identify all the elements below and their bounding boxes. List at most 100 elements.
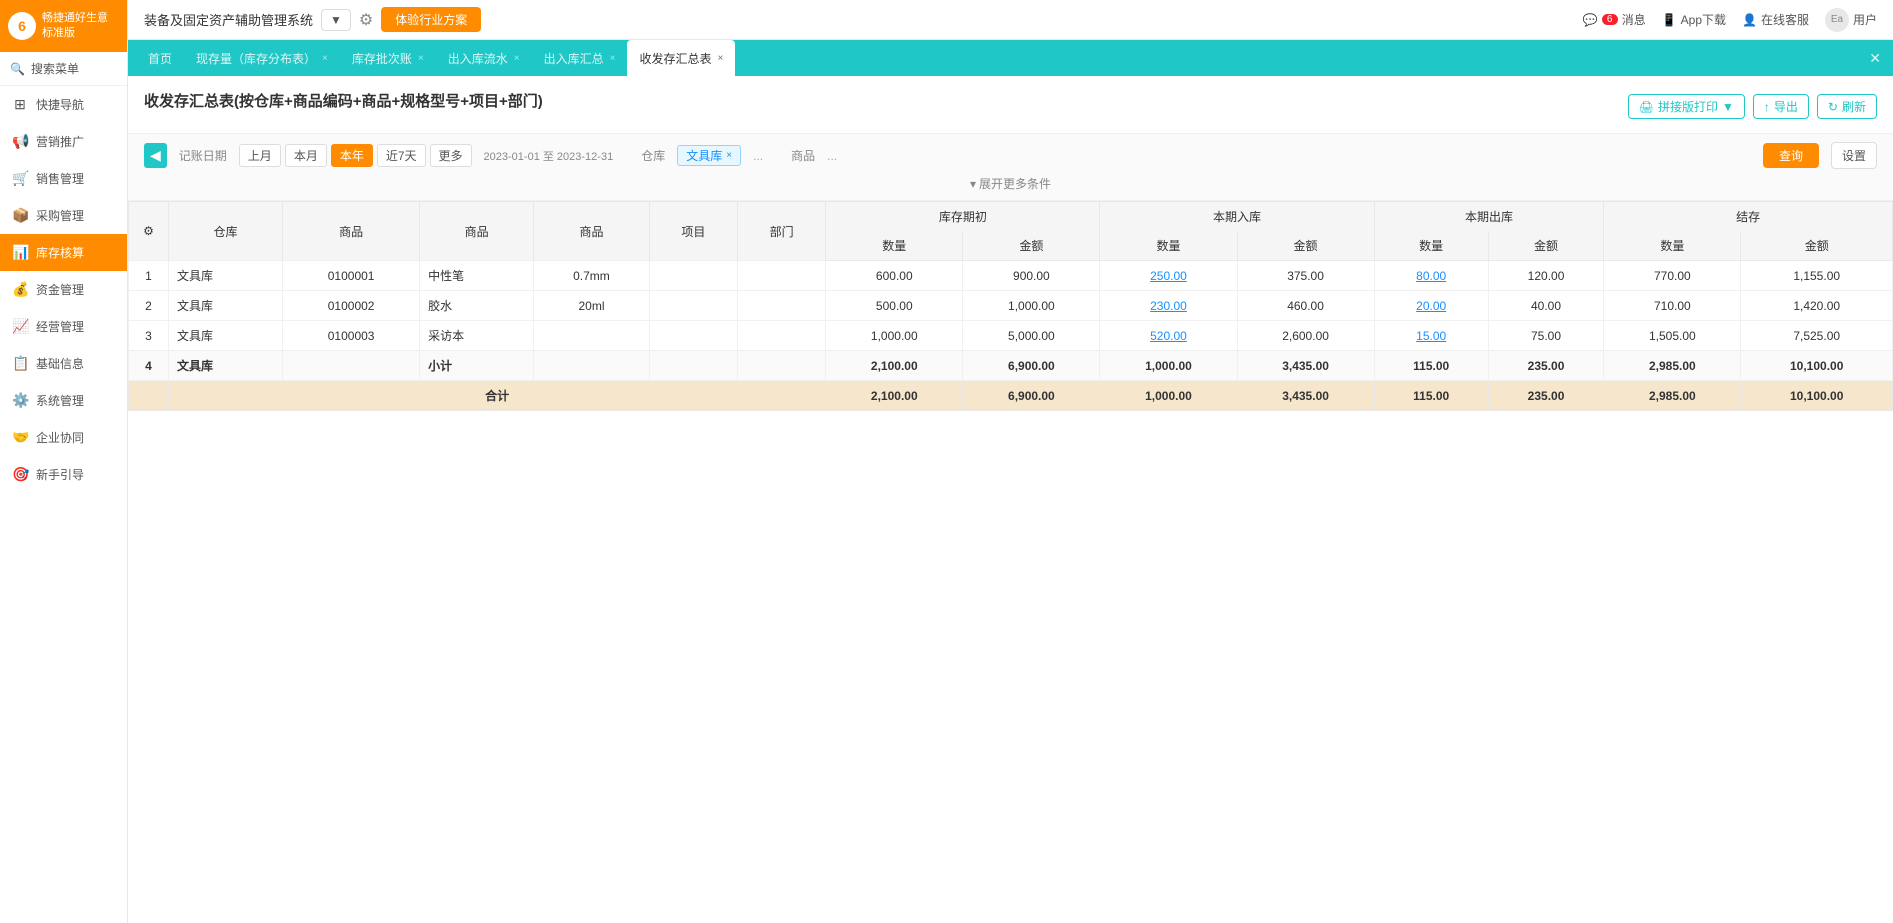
sidebar-item-operations[interactable]: 📈 经营管理 <box>0 308 127 345</box>
sidebar-item-guide[interactable]: 🎯 新手引导 <box>0 456 127 493</box>
th-opening-group: 库存期初 <box>826 202 1100 232</box>
date-btn-7days[interactable]: 近7天 <box>377 144 426 167</box>
th-closing-amt: 金额 <box>1741 231 1893 261</box>
print-button[interactable]: 🖨 拼接版打印 ▼ <box>1628 94 1745 119</box>
avatar: Ea <box>1825 8 1849 32</box>
tab-close-inout-flow[interactable]: × <box>514 53 520 64</box>
topbar-settings-button[interactable]: ▼ <box>321 9 351 31</box>
warehouse-more-dots[interactable]: ... <box>753 149 763 163</box>
purchase-icon: 📦 <box>12 207 28 224</box>
query-button[interactable]: 查询 <box>1763 143 1819 168</box>
table-row: 1文具库0100001中性笔0.7mm600.00900.00250.00375… <box>129 261 1893 291</box>
th-in-amt: 金额 <box>1237 231 1374 261</box>
tab-close-inventory-dist[interactable]: × <box>322 53 328 64</box>
export-button[interactable]: ↑ 导出 <box>1753 94 1809 119</box>
close-all-tabs-button[interactable]: ✕ <box>1865 50 1885 66</box>
link-cell[interactable]: 520.00 <box>1150 329 1187 343</box>
date-btn-this-year[interactable]: 本年 <box>331 144 373 167</box>
date-filter-label: 记账日期 <box>179 147 227 164</box>
sidebar-item-finance[interactable]: 💰 资金管理 <box>0 271 127 308</box>
link-cell[interactable]: 250.00 <box>1150 269 1187 283</box>
date-btn-this-month[interactable]: 本月 <box>285 144 327 167</box>
footer-out-qty: 115.00 <box>1374 381 1488 411</box>
link-cell[interactable]: 15.00 <box>1416 329 1446 343</box>
sidebar-item-sales[interactable]: 🛒 销售管理 <box>0 160 127 197</box>
th-opening-qty: 数量 <box>826 231 963 261</box>
app-logo: 6 畅捷通好生意 标准版 <box>0 0 127 52</box>
topbar-right: 💬 6 消息 📱 App下载 👤 在线客服 Ea 用户 <box>1583 8 1877 32</box>
quick-nav-icon: ⊞ <box>12 96 28 113</box>
th-department: 部门 <box>737 202 825 261</box>
data-table-container: ⚙ 仓库 商品 商品 商品 项目 部门 库存期初 本期入库 本期出库 结存 <box>128 201 1893 923</box>
th-closing-group: 结存 <box>1604 202 1893 232</box>
page-actions: 🖨 拼接版打印 ▼ ↑ 导出 ↻ 刷新 <box>1628 94 1877 119</box>
th-project: 项目 <box>649 202 737 261</box>
phone-icon: 📱 <box>1662 13 1677 27</box>
sidebar-item-marketing[interactable]: 📢 营销推广 <box>0 123 127 160</box>
sidebar-item-quick-nav[interactable]: ⊞ 快捷导航 <box>0 86 127 123</box>
th-goods-name: 商品 <box>420 202 534 261</box>
th-in-group: 本期入库 <box>1100 202 1374 232</box>
warehouse-filter-label: 仓库 <box>641 147 665 164</box>
th-out-amt: 金额 <box>1488 231 1604 261</box>
date-btn-more[interactable]: 更多 <box>430 144 472 167</box>
th-settings[interactable]: ⚙ <box>129 202 169 261</box>
sidebar-item-enterprise[interactable]: 🤝 企业协同 <box>0 419 127 456</box>
trial-button[interactable]: 体验行业方案 <box>381 7 481 32</box>
footer-in-amt: 3,435.00 <box>1237 381 1374 411</box>
tab-inout-flow[interactable]: 出入库流水 × <box>436 40 532 76</box>
sidebar-item-system[interactable]: ⚙️ 系统管理 <box>0 382 127 419</box>
tab-inventory-dist[interactable]: 现存量（库存分布表） × <box>184 40 340 76</box>
footer-label: 合计 <box>169 381 826 411</box>
sidebar: 6 畅捷通好生意 标准版 🔍 搜索菜单 ⊞ 快捷导航 📢 营销推广 🛒 销售管理… <box>0 0 128 923</box>
inventory-icon: 📊 <box>12 244 28 261</box>
main-area: 装备及固定资产辅助管理系统 ▼ ⚙ 体验行业方案 💬 6 消息 📱 App下载 … <box>128 0 1893 923</box>
tab-recv-send-summary[interactable]: 收发存汇总表 × <box>627 40 735 76</box>
th-goods-spec: 商品 <box>534 202 650 261</box>
tab-batch-account[interactable]: 库存批次账 × <box>340 40 436 76</box>
filter-settings-button[interactable]: 设置 <box>1831 142 1877 169</box>
footer-opening-amt: 6,900.00 <box>963 381 1100 411</box>
expand-conditions-button[interactable]: ▾ 展开更多条件 <box>970 175 1051 192</box>
sidebar-item-basics[interactable]: 📋 基础信息 <box>0 345 127 382</box>
th-closing-qty: 数量 <box>1604 231 1741 261</box>
footer-closing-amt: 10,100.00 <box>1741 381 1893 411</box>
logo-icon: 6 <box>8 12 36 40</box>
tab-close-recv-send-summary[interactable]: × <box>717 53 723 64</box>
refresh-icon: ↻ <box>1828 100 1838 114</box>
th-warehouse: 仓库 <box>169 202 283 261</box>
user-item[interactable]: Ea 用户 <box>1825 8 1877 32</box>
th-out-qty: 数量 <box>1374 231 1488 261</box>
link-cell[interactable]: 230.00 <box>1150 299 1187 313</box>
tab-inout-summary[interactable]: 出入库汇总 × <box>532 40 628 76</box>
basics-icon: 📋 <box>12 355 28 372</box>
column-settings-icon[interactable]: ⚙ <box>143 224 154 238</box>
table-row: 4文具库小计2,100.006,900.001,000.003,435.0011… <box>129 351 1893 381</box>
tab-home[interactable]: 首页 <box>136 40 184 76</box>
app-download-item[interactable]: 📱 App下载 <box>1662 11 1726 28</box>
system-icon: ⚙️ <box>12 392 28 409</box>
refresh-button[interactable]: ↻ 刷新 <box>1817 94 1877 119</box>
expand-icon: ▾ <box>970 177 976 191</box>
expand-row: ▾ 展开更多条件 <box>144 175 1877 192</box>
sidebar-item-purchase[interactable]: 📦 采购管理 <box>0 197 127 234</box>
link-cell[interactable]: 20.00 <box>1416 299 1446 313</box>
date-btn-last-month[interactable]: 上月 <box>239 144 281 167</box>
online-service-item[interactable]: 👤 在线客服 <box>1742 11 1809 28</box>
tab-close-batch-account[interactable]: × <box>418 53 424 64</box>
settings-gear-icon[interactable]: ⚙ <box>359 10 373 30</box>
tab-close-inout-summary[interactable]: × <box>610 53 616 64</box>
sidebar-item-inventory[interactable]: 📊 库存核算 <box>0 234 127 271</box>
date-range-display: 2023-01-01 至 2023-12-31 <box>484 148 614 164</box>
notifications-item[interactable]: 💬 6 消息 <box>1583 11 1646 28</box>
bell-icon: 💬 <box>1583 13 1598 27</box>
sales-icon: 🛒 <box>12 170 28 187</box>
logo-text: 畅捷通好生意 标准版 <box>42 11 108 42</box>
search-menu-item[interactable]: 🔍 搜索菜单 <box>0 52 127 86</box>
filter-collapse-button[interactable]: ◀ <box>144 143 167 168</box>
link-cell[interactable]: 80.00 <box>1416 269 1446 283</box>
system-title: 装备及固定资产辅助管理系统 <box>144 10 313 29</box>
warehouse-tag-remove[interactable]: × <box>726 150 732 161</box>
goods-more-dots[interactable]: ... <box>827 149 837 163</box>
page-header: 收发存汇总表(按仓库+商品编码+商品+规格型号+项目+部门) 🖨 拼接版打印 ▼… <box>128 76 1893 134</box>
